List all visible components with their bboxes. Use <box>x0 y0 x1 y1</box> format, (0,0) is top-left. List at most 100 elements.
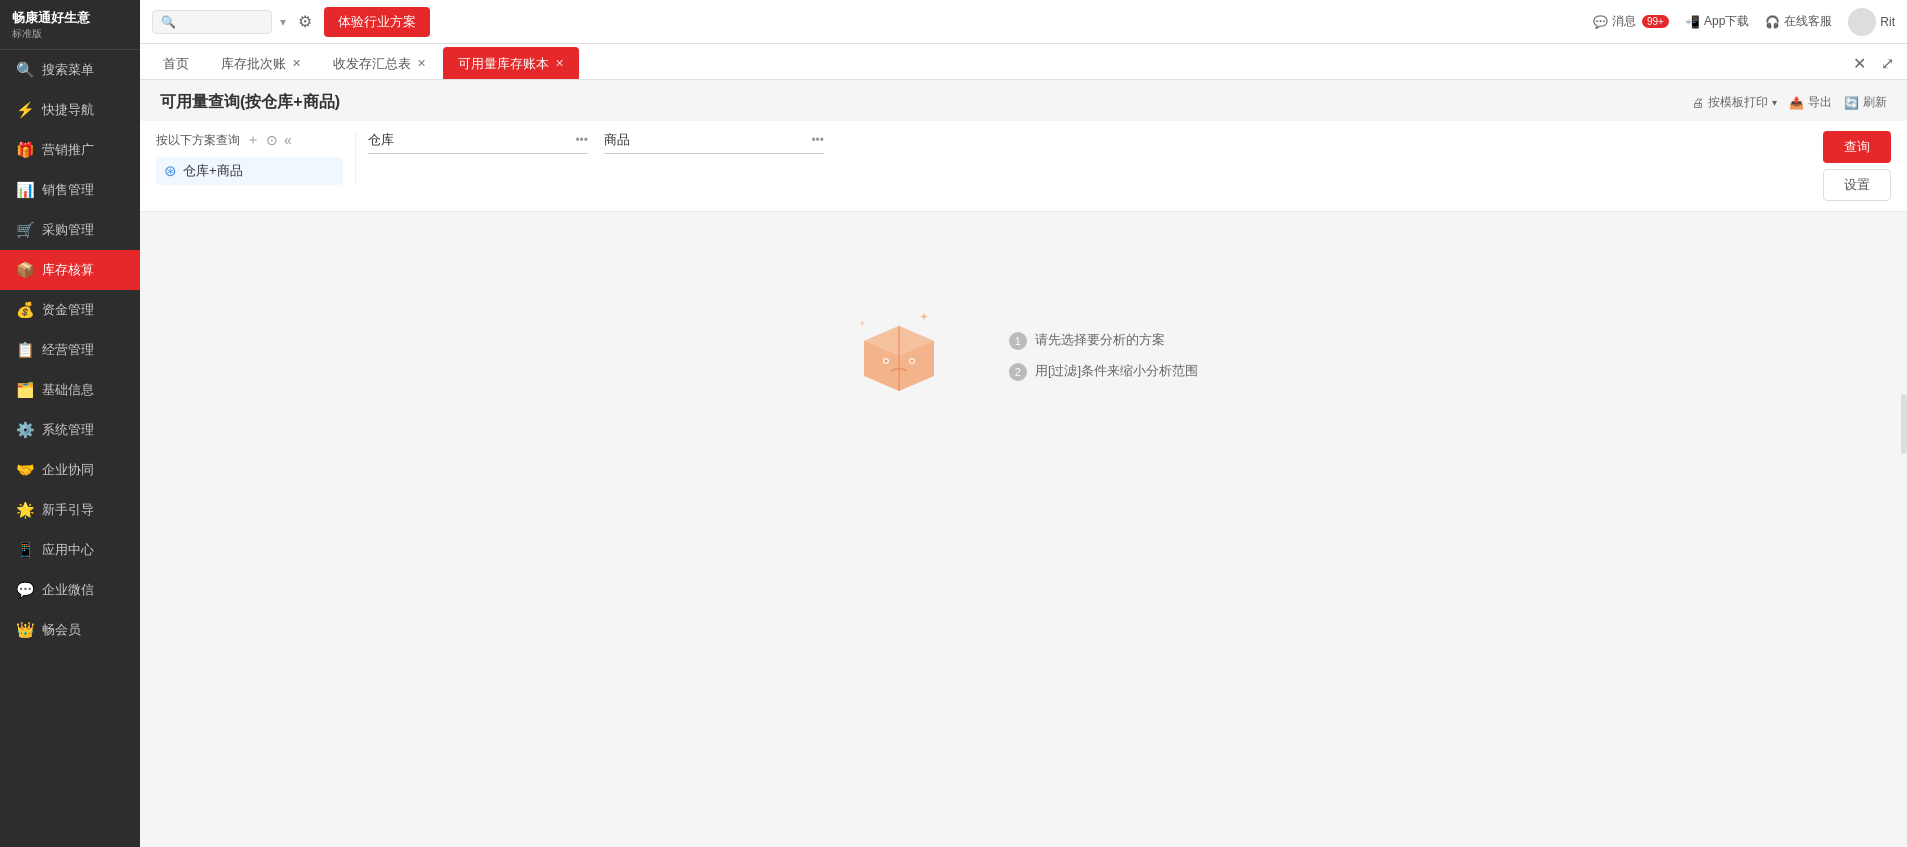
warehouse-more-icon[interactable]: ••• <box>575 133 588 147</box>
logo-sub: 标准版 <box>12 27 128 41</box>
refresh-icon: 🔄 <box>1844 96 1859 110</box>
sidebar-item-label: 新手引导 <box>42 501 94 519</box>
mobile-icon: 📱 <box>16 541 34 559</box>
tab-inventory-summary-close[interactable]: ✕ <box>417 58 426 69</box>
sidebar-item-shortcut[interactable]: ⚡ 快捷导航 <box>0 90 140 130</box>
query-fields: 仓库 ••• 商品 ••• <box>368 131 1807 154</box>
topbar: 🔍 ▾ ⚙ 体验行业方案 💬 消息 99+ 📲 App下载 🎧 在线客服 Rit <box>140 0 1907 44</box>
message-icon: 💬 <box>1593 15 1608 29</box>
app-download-group[interactable]: 📲 App下载 <box>1685 13 1749 30</box>
sidebar-item-label: 库存核算 <box>42 261 94 279</box>
print-action[interactable]: 🖨 按模板打印 ▾ <box>1692 94 1777 111</box>
sidebar-item-search[interactable]: 🔍 搜索菜单 <box>0 50 140 90</box>
sidebar-item-label: 快捷导航 <box>42 101 94 119</box>
refresh-label: 刷新 <box>1863 94 1887 111</box>
sidebar-item-system[interactable]: ⚙️ 系统管理 <box>0 410 140 450</box>
user-name: Rit <box>1880 15 1895 29</box>
settings-gear-icon[interactable]: ⚙ <box>294 12 316 31</box>
sidebar-item-label: 采购管理 <box>42 221 94 239</box>
query-scheme-label: 按以下方案查询 <box>156 132 240 149</box>
warehouse-label: 仓库 <box>368 131 394 149</box>
cart-icon: 🛒 <box>16 221 34 239</box>
sidebar-item-marketing[interactable]: 🎁 营销推广 <box>0 130 140 170</box>
page-title: 可用量查询(按仓库+商品) <box>160 92 340 113</box>
sidebar-item-enterprise-wechat[interactable]: 💬 企业微信 <box>0 570 140 610</box>
tip-number-1: 1 <box>1009 332 1027 350</box>
add-scheme-icon[interactable]: ＋ <box>246 131 260 149</box>
topbar-search-box[interactable]: 🔍 <box>152 10 272 34</box>
empty-tip-2: 2 用[过滤]条件来缩小分析范围 <box>1009 362 1198 381</box>
query-actions: 查询 设置 <box>1823 131 1891 201</box>
sidebar-logo: 畅康通好生意 标准版 <box>0 0 140 50</box>
settings-button[interactable]: 设置 <box>1823 169 1891 201</box>
sidebar-item-inventory[interactable]: 📦 库存核算 <box>0 250 140 290</box>
online-service-group[interactable]: 🎧 在线客服 <box>1765 13 1832 30</box>
tip-1-text: 请先选择要分析的方案 <box>1035 331 1165 349</box>
folder-icon: 🗂️ <box>16 381 34 399</box>
tab-batch-accounts-close[interactable]: ✕ <box>292 58 301 69</box>
sidebar-item-sales[interactable]: 📊 销售管理 <box>0 170 140 210</box>
search-icon-small: 🔍 <box>161 15 176 29</box>
tab-inventory-summary-label: 收发存汇总表 <box>333 55 411 73</box>
tab-available-stock-close[interactable]: ✕ <box>555 58 564 69</box>
tab-home[interactable]: 首页 <box>148 47 204 79</box>
tab-batch-accounts-label: 库存批次账 <box>221 55 286 73</box>
page-header-actions: 🖨 按模板打印 ▾ 📤 导出 🔄 刷新 <box>1692 94 1887 111</box>
sidebar-item-label: 经营管理 <box>42 341 94 359</box>
tab-available-stock[interactable]: 可用量库存账本 ✕ <box>443 47 579 79</box>
export-label: 导出 <box>1808 94 1832 111</box>
sidebar-scroll: 🔍 搜索菜单 ⚡ 快捷导航 🎁 营销推广 📊 销售管理 🛒 采购管理 📦 库存核… <box>0 50 140 847</box>
goods-more-icon[interactable]: ••• <box>811 133 824 147</box>
right-scrollbar[interactable] <box>1901 394 1907 454</box>
sidebar-item-finance[interactable]: 💰 资金管理 <box>0 290 140 330</box>
star-icon: 🌟 <box>16 501 34 519</box>
query-scheme-item[interactable]: ⊛ 仓库+商品 <box>156 157 343 185</box>
empty-state: ✦ ✦ 1 请先选择要分析的方案 2 用[过滤]条件来缩小分析范围 <box>140 216 1907 496</box>
tab-close-all-icon[interactable]: ✕ <box>1847 51 1871 75</box>
sidebar-item-label: 企业微信 <box>42 581 94 599</box>
sidebar-item-member[interactable]: 👑 畅会员 <box>0 610 140 650</box>
logo-title: 畅康通好生意 <box>12 10 128 27</box>
industry-btn[interactable]: 体验行业方案 <box>324 7 430 37</box>
warehouse-input[interactable] <box>398 133 571 148</box>
sidebar-item-label: 系统管理 <box>42 421 94 439</box>
sidebar-item-label: 搜索菜单 <box>42 61 94 79</box>
empty-box-illustration: ✦ ✦ <box>849 296 949 396</box>
scheme-icon: ⊛ <box>164 162 177 180</box>
sidebar-item-label: 基础信息 <box>42 381 94 399</box>
warehouse-field-inner: 仓库 ••• <box>368 131 588 154</box>
message-group[interactable]: 💬 消息 99+ <box>1593 13 1669 30</box>
search-input[interactable] <box>180 15 260 29</box>
tab-maximize-icon[interactable]: ⤢ <box>1875 51 1899 75</box>
query-scheme-panel: 按以下方案查询 ＋ ⊙ « ⊛ 仓库+商品 <box>156 131 356 185</box>
sidebar-item-enterprise[interactable]: 🤝 企业协同 <box>0 450 140 490</box>
sidebar: 畅康通好生意 标准版 🔍 搜索菜单 ⚡ 快捷导航 🎁 营销推广 📊 销售管理 🛒… <box>0 0 140 847</box>
sidebar-item-app-center[interactable]: 📱 应用中心 <box>0 530 140 570</box>
empty-tip-1: 1 请先选择要分析的方案 <box>1009 331 1198 350</box>
tab-batch-accounts[interactable]: 库存批次账 ✕ <box>206 47 316 79</box>
collapse-scheme-icon[interactable]: « <box>284 132 292 148</box>
print-dropdown-icon[interactable]: ▾ <box>1772 97 1777 108</box>
user-group[interactable]: Rit <box>1848 8 1895 36</box>
sidebar-item-purchase[interactable]: 🛒 采购管理 <box>0 210 140 250</box>
query-button[interactable]: 查询 <box>1823 131 1891 163</box>
sidebar-item-newbie[interactable]: 🌟 新手引导 <box>0 490 140 530</box>
tab-inventory-summary[interactable]: 收发存汇总表 ✕ <box>318 47 441 79</box>
sidebar-item-operations[interactable]: 📋 经营管理 <box>0 330 140 370</box>
goods-input[interactable] <box>634 133 807 148</box>
crown-icon: 👑 <box>16 621 34 639</box>
sidebar-item-label: 应用中心 <box>42 541 94 559</box>
query-panel: 按以下方案查询 ＋ ⊙ « ⊛ 仓库+商品 仓库 ••• <box>140 121 1907 212</box>
print-icon: 🖨 <box>1692 96 1704 110</box>
gear-icon: ⚙️ <box>16 421 34 439</box>
setting-scheme-icon[interactable]: ⊙ <box>266 132 278 148</box>
search-dropdown-icon[interactable]: ▾ <box>280 15 286 29</box>
scheme-item-label: 仓库+商品 <box>183 162 243 180</box>
sidebar-item-basic-info[interactable]: 🗂️ 基础信息 <box>0 370 140 410</box>
app-download-label: App下载 <box>1704 13 1749 30</box>
export-action[interactable]: 📤 导出 <box>1789 94 1832 111</box>
export-icon: 📤 <box>1789 96 1804 110</box>
refresh-action[interactable]: 🔄 刷新 <box>1844 94 1887 111</box>
empty-icon-wrapper: ✦ ✦ <box>849 296 969 416</box>
goods-label: 商品 <box>604 131 630 149</box>
